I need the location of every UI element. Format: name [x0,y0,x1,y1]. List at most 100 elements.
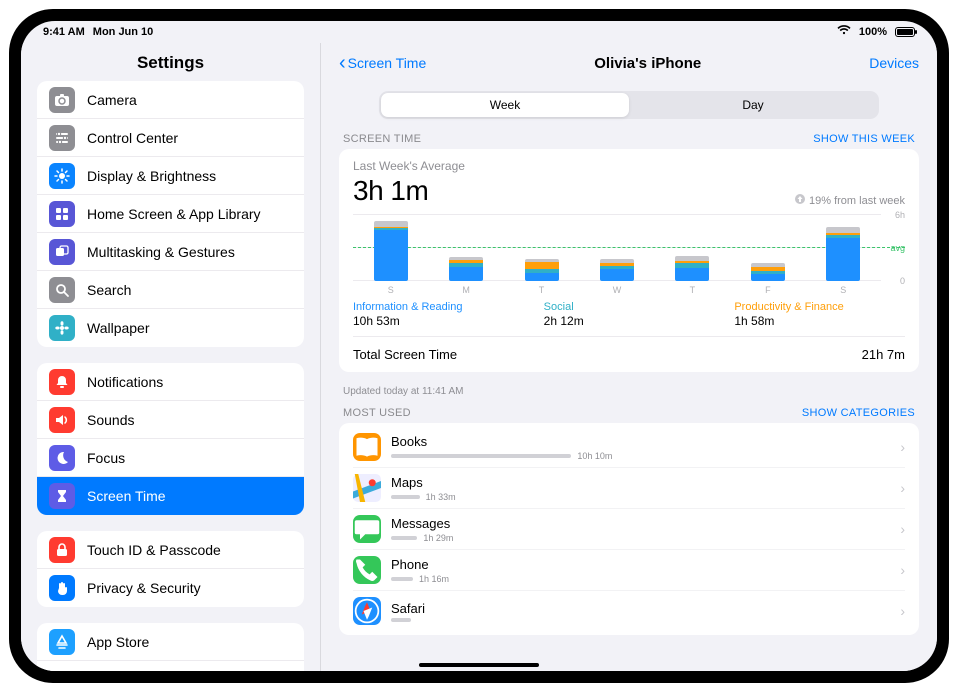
sidebar-item-multitasking-gestures[interactable]: Multitasking & Gestures [37,233,304,271]
home-indicator[interactable] [419,663,539,667]
avg-value: 3h 1m [353,175,428,207]
sliders-icon [49,125,75,151]
navbar: ‹ Screen Time Olivia's iPhone Devices [321,43,937,83]
most-used-card: Books10h 10m›Maps1h 33m›Messages1h 29m›P… [339,423,919,635]
sidebar-item-wallpaper[interactable]: Wallpaper [37,309,304,347]
wifi-icon [837,25,851,39]
show-this-week-link[interactable]: SHOW THIS WEEK [813,133,915,145]
sidebar-item-label: Display & Brightness [87,168,216,184]
app-usage-bar [391,454,571,458]
status-bar: 9:41 AM Mon Jun 10 100% [21,21,937,43]
back-label: Screen Time [348,55,427,71]
battery-icon [895,27,915,37]
detail-pane: ‹ Screen Time Olivia's iPhone Devices We… [321,43,937,671]
app-usage-bar [391,577,413,581]
game-icon [49,667,75,671]
bubble-icon [353,515,381,543]
segment-day[interactable]: Day [629,93,877,117]
back-button[interactable]: ‹ Screen Time [339,53,426,73]
category-1: Social2h 12m [544,301,715,328]
sidebar-item-label: Multitasking & Gestures [87,244,235,260]
camera-icon [49,87,75,113]
most-used-header: MOST USED [343,407,411,419]
maps-icon [353,474,381,502]
sidebar-item-label: Touch ID & Passcode [87,542,221,558]
app-usage-bar [391,495,420,499]
sidebar-item-notifications[interactable]: Notifications [37,363,304,401]
arrow-up-icon [795,194,805,207]
updated-label: Updated today at 11:41 AM [339,382,919,407]
app-row-messages[interactable]: Messages 1h 29m › [353,509,905,550]
book-icon [353,433,381,461]
sidebar-item-control-center[interactable]: Control Center [37,119,304,157]
app-name: Books [391,434,890,449]
sidebar-item-sounds[interactable]: Sounds [37,401,304,439]
category-2: Productivity & Finance1h 58m [734,301,905,328]
sidebar-item-label: Privacy & Security [87,580,201,596]
avg-label: Last Week's Average [353,159,905,173]
compass-icon [353,597,381,625]
app-row-maps[interactable]: Maps1h 33m› [353,468,905,509]
battery-pct: 100% [859,26,887,38]
category-0: Information & Reading10h 53m [353,301,524,328]
show-categories-link[interactable]: SHOW CATEGORIES [802,407,915,419]
app-name: Safari [391,601,890,616]
sidebar-item-label: Home Screen & App Library [87,206,261,222]
sidebar-item-display-brightness[interactable]: Display & Brightness [37,157,304,195]
chevron-right-icon: › [900,439,905,455]
sidebar-item-focus[interactable]: Focus [37,439,304,477]
chevron-right-icon: › [900,521,905,537]
total-label: Total Screen Time [353,347,457,362]
chevron-left-icon: ‹ [339,53,346,73]
sidebar-item-label: Notifications [87,374,163,390]
sidebar-item-search[interactable]: Search [37,271,304,309]
sidebar-item-app-store[interactable]: App Store [37,623,304,661]
sidebar-item-home-screen-app-library[interactable]: Home Screen & App Library [37,195,304,233]
sidebar-item-label: Screen Time [87,488,166,504]
squares-icon [49,239,75,265]
sidebar-item-label: App Store [87,634,149,650]
speaker-icon [49,407,75,433]
app-row-books[interactable]: Books 10h 10m › [353,427,905,468]
app-time: 10h 10m [577,451,612,461]
chevron-right-icon: › [900,562,905,578]
screen-time-header: SCREEN TIME [343,133,421,145]
hourglass-icon [49,483,75,509]
app-time: 1h 33m [426,492,456,502]
ipad-frame: 9:41 AM Mon Jun 10 100% Settings Camera C… [9,9,949,683]
app-row-phone[interactable]: Phone 1h 16m › [353,550,905,591]
app-usage-bar [391,618,411,622]
sidebar-item-touch-id-passcode[interactable]: Touch ID & Passcode [37,531,304,569]
segment-week[interactable]: Week [381,93,629,117]
sidebar-item-label: Control Center [87,130,178,146]
app-name: Messages [391,516,890,531]
total-value: 21h 7m [862,347,905,362]
usage-chart: 6h0avgSMTWTFS [353,215,905,295]
sidebar-title: Settings [21,43,320,81]
chevron-right-icon: › [900,603,905,619]
app-time: 1h 16m [419,574,449,584]
flower-icon [49,315,75,341]
chevron-right-icon: › [900,480,905,496]
sidebar-item-label: Focus [87,450,125,466]
phone-icon [353,556,381,584]
segment-week-day[interactable]: WeekDay [379,91,879,119]
sidebar-item-privacy-security[interactable]: Privacy & Security [37,569,304,607]
lock-icon [49,537,75,563]
sidebar-item-label: Sounds [87,412,134,428]
app-name: Phone [391,557,890,572]
devices-button[interactable]: Devices [869,55,919,71]
screen-time-card: Last Week's Average 3h 1m 19% from last … [339,149,919,372]
sidebar-item-screen-time[interactable]: Screen Time [37,477,304,515]
appstore-icon [49,629,75,655]
sidebar-item-label: Camera [87,92,137,108]
page-title: Olivia's iPhone [594,55,701,72]
status-time: 9:41 AM [43,26,85,38]
app-usage-bar [391,536,417,540]
app-time: 1h 29m [423,533,453,543]
screen: 9:41 AM Mon Jun 10 100% Settings Camera C… [21,21,937,671]
sidebar-item-camera[interactable]: Camera [37,81,304,119]
settings-sidebar: Settings Camera Control Center Display & B… [21,43,321,671]
app-row-safari[interactable]: Safari › [353,591,905,631]
sidebar-item-game-center[interactable]: Game Center [37,661,304,671]
